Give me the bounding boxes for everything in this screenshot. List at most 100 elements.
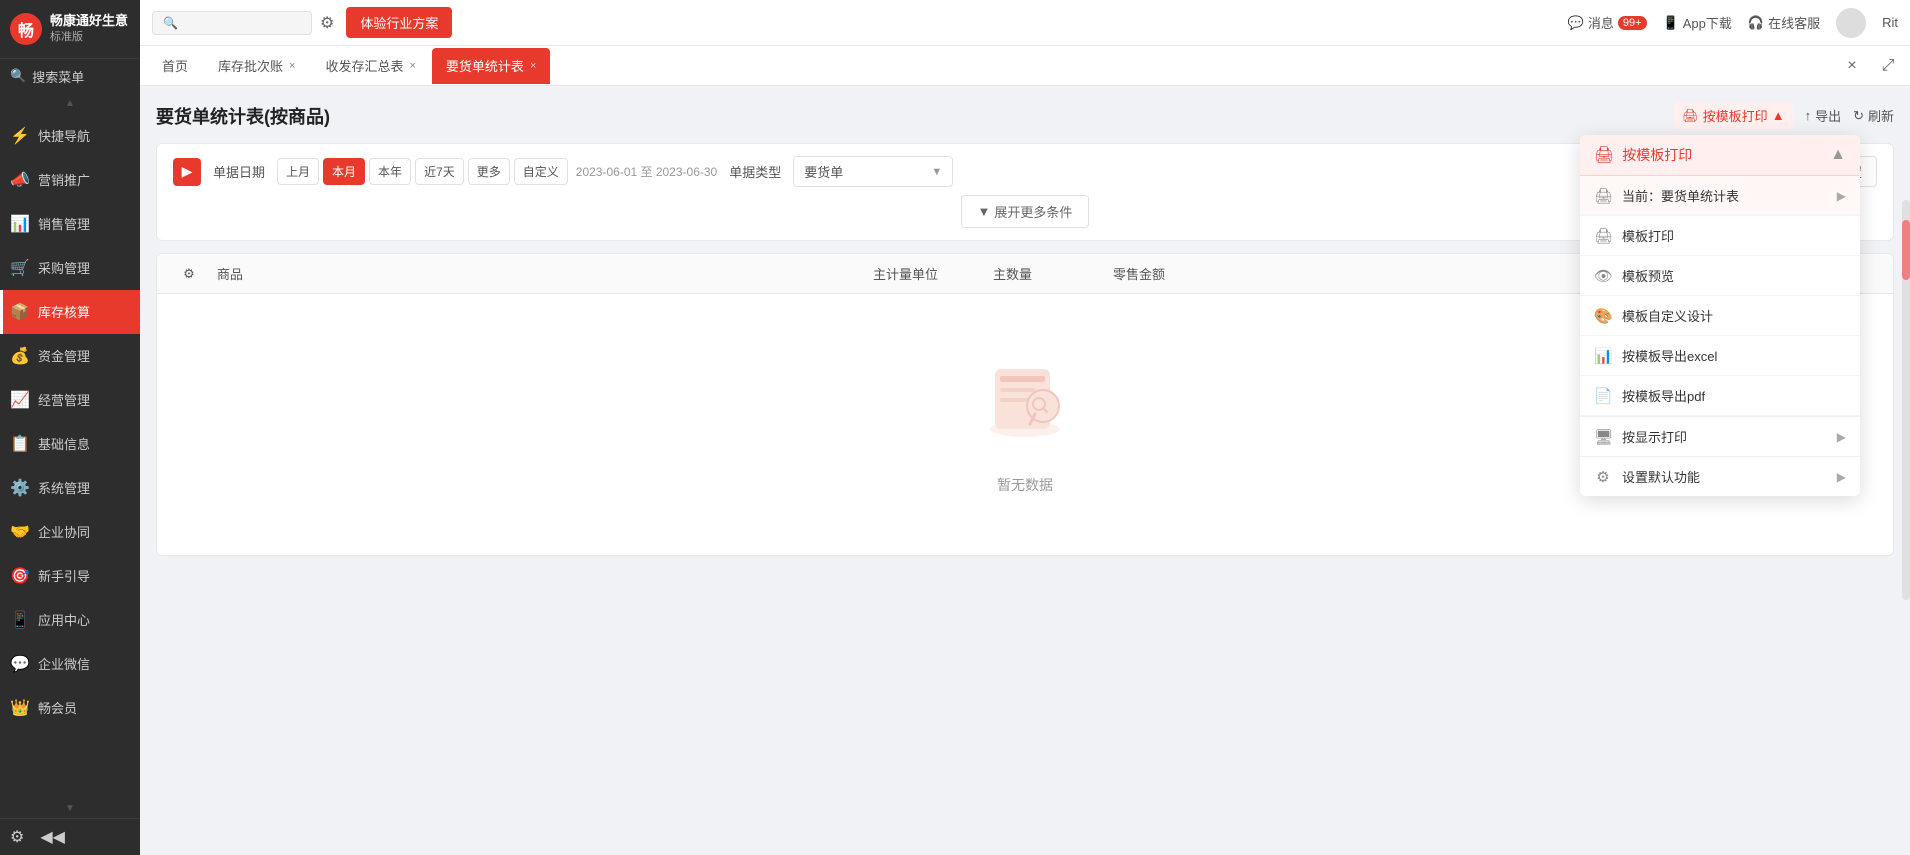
- app-download-item[interactable]: 📱 App下载: [1663, 13, 1732, 32]
- template-custom-label: 模板自定义设计: [1622, 306, 1713, 325]
- sidebar-item-finance[interactable]: 💰 资金管理: [0, 334, 140, 378]
- enterprise-icon: 🤝: [10, 522, 30, 542]
- printer-icon: 🖨: [1682, 108, 1699, 124]
- current-template-label: 当前：要货单统计表: [1622, 186, 1739, 205]
- template-preview-item[interactable]: 👁 模板预览: [1580, 256, 1860, 296]
- topbar-right: 💬 消息 99+ 📱 App下载 🎧 在线客服 Rit: [1568, 8, 1898, 38]
- scrollbar-thumb[interactable]: [1902, 220, 1910, 280]
- online-service-item[interactable]: 🎧 在线客服: [1748, 13, 1820, 32]
- tab-order-stats-close[interactable]: ×: [530, 60, 536, 72]
- date-btn-more[interactable]: 更多: [468, 158, 510, 185]
- service-icon: 🎧: [1748, 15, 1764, 31]
- date-btn-7days[interactable]: 近7天: [415, 158, 464, 185]
- date-btn-custom[interactable]: 自定义: [514, 158, 568, 185]
- window-expand-btn[interactable]: ⤢: [1874, 52, 1902, 80]
- sidebar-item-inventory[interactable]: 📦 库存核算: [0, 290, 140, 334]
- operations-label: 经营管理: [38, 390, 90, 409]
- username: Rit: [1882, 15, 1898, 30]
- current-template-item[interactable]: 🖨 当前：要货单统计表 ▶: [1580, 176, 1860, 216]
- print-arrow: ▲: [1772, 108, 1785, 123]
- sidebar-search[interactable]: 🔍 搜索菜单: [0, 59, 140, 94]
- template-custom-item[interactable]: 🎨 模板自定义设计: [1580, 296, 1860, 336]
- messages-badge: 99+: [1618, 16, 1647, 30]
- dropdown-header: 🖨 按模板打印 ▲: [1580, 135, 1860, 176]
- messages-item[interactable]: 💬 消息 99+: [1568, 13, 1647, 32]
- tab-receipt-summary-close[interactable]: ×: [409, 60, 415, 72]
- col-unit: 主计量单位: [865, 254, 985, 293]
- marketing-label: 营销推广: [38, 170, 90, 189]
- messages-icon: 💬: [1568, 15, 1584, 31]
- sound-icon[interactable]: ◀◀: [40, 827, 65, 847]
- dropdown-close-btn[interactable]: ▲: [1830, 146, 1846, 164]
- topbar-gear-icon[interactable]: ⚙: [320, 13, 334, 33]
- template-excel-item[interactable]: 📊 按模板导出excel: [1580, 336, 1860, 376]
- topbar-search-box[interactable]: 🔍: [152, 11, 312, 35]
- purchase-label: 采购管理: [38, 258, 90, 277]
- app-name: 畅康通好生意: [50, 12, 128, 30]
- marketing-icon: 📣: [10, 170, 30, 190]
- finance-label: 资金管理: [38, 346, 90, 365]
- col-settings[interactable]: ⚙: [169, 254, 209, 293]
- right-scrollbar[interactable]: [1902, 200, 1910, 600]
- scroll-down-indicator[interactable]: ▼: [65, 803, 75, 814]
- scroll-up-indicator[interactable]: ▲: [65, 98, 75, 109]
- template-print-label: 模板打印: [1622, 226, 1674, 245]
- sidebar-item-appcenter[interactable]: 📱 应用中心: [0, 598, 140, 642]
- dropdown-title: 按模板打印: [1622, 145, 1692, 165]
- template-excel-icon: 📊: [1594, 347, 1612, 365]
- member-icon: 👑: [10, 698, 30, 718]
- sidebar-bottom: ⚙ ◀◀: [0, 818, 140, 855]
- tab-order-stats[interactable]: 要货单统计表 ×: [432, 48, 550, 84]
- sidebar-item-basic[interactable]: 📋 基础信息: [0, 422, 140, 466]
- sidebar-item-purchase[interactable]: 🛒 采购管理: [0, 246, 140, 290]
- sidebar-item-marketing[interactable]: 📣 营销推广: [0, 158, 140, 202]
- sidebar: 畅 畅康通好生意 标准版 🔍 搜索菜单 ▲ ⚡ 快捷导航 📣 营销推广 📊 销售…: [0, 0, 140, 855]
- table-settings-icon[interactable]: ⚙: [183, 266, 195, 282]
- display-print-section[interactable]: 🖥 按显示打印 ▶: [1580, 416, 1860, 456]
- experience-btn[interactable]: 体验行业方案: [346, 7, 452, 38]
- quicknav-icon: ⚡: [10, 126, 30, 146]
- page-header: 要货单统计表(按商品) 🖨 按模板打印 ▲ ↑ 导出 ↻ 刷新: [156, 102, 1894, 129]
- date-btn-year[interactable]: 本年: [369, 158, 411, 185]
- refresh-btn[interactable]: ↻ 刷新: [1853, 106, 1894, 125]
- filter-toggle-btn[interactable]: ▶: [173, 158, 201, 186]
- guide-label: 新手引导: [38, 566, 90, 585]
- date-btn-current[interactable]: 本月: [323, 158, 365, 185]
- expand-more-btn[interactable]: ▼ 展开更多条件: [961, 195, 1090, 228]
- refresh-label: 刷新: [1868, 106, 1894, 125]
- export-btn[interactable]: ↑ 导出: [1805, 106, 1842, 125]
- sidebar-item-wechat[interactable]: 💬 企业微信: [0, 642, 140, 686]
- sidebar-item-guide[interactable]: 🎯 新手引导: [0, 554, 140, 598]
- sidebar-item-member[interactable]: 👑 畅会员: [0, 686, 140, 730]
- template-pdf-item[interactable]: 📄 按模板导出pdf: [1580, 376, 1860, 416]
- print-template-btn[interactable]: 🖨 按模板打印 ▲: [1674, 102, 1792, 129]
- sidebar-item-quicknav[interactable]: ⚡ 快捷导航: [0, 114, 140, 158]
- tab-inventory-batch-close[interactable]: ×: [289, 60, 295, 72]
- set-default-label: 设置默认功能: [1622, 467, 1700, 486]
- sidebar-item-sales[interactable]: 📊 销售管理: [0, 202, 140, 246]
- tab-receipt-summary[interactable]: 收发存汇总表 ×: [311, 48, 429, 84]
- dropdown-title-area: 🖨 按模板打印: [1594, 145, 1692, 165]
- enterprise-label: 企业协同: [38, 522, 90, 541]
- print-dropdown: 🖨 按模板打印 ▲ 🖨 当前：要货单统计表 ▶ 🖨 模板打印 👁 模板预览 🎨 …: [1580, 135, 1860, 496]
- quicknav-label: 快捷导航: [38, 126, 90, 145]
- template-print-item[interactable]: 🖨 模板打印: [1580, 216, 1860, 256]
- appcenter-icon: 📱: [10, 610, 30, 630]
- operations-icon: 📈: [10, 390, 30, 410]
- type-select[interactable]: 要货单 ▼: [793, 156, 953, 187]
- sales-icon: 📊: [10, 214, 30, 234]
- sidebar-item-operations[interactable]: 📈 经营管理: [0, 378, 140, 422]
- set-default-section[interactable]: ⚙ 设置默认功能 ▶: [1580, 456, 1860, 496]
- tabs-bar: 首页 库存批次账 × 收发存汇总表 × 要货单统计表 × × ⤢: [140, 46, 1910, 86]
- tab-home[interactable]: 首页: [148, 48, 202, 84]
- date-label: 单据日期: [213, 162, 265, 181]
- col-amount: 零售金额: [1105, 254, 1225, 293]
- date-btn-prev[interactable]: 上月: [277, 158, 319, 185]
- settings-bottom-icon[interactable]: ⚙: [10, 827, 24, 847]
- sidebar-item-system[interactable]: ⚙️ 系统管理: [0, 466, 140, 510]
- window-close-btn[interactable]: ×: [1838, 52, 1866, 80]
- sidebar-item-enterprise[interactable]: 🤝 企业协同: [0, 510, 140, 554]
- date-range-display: 2023-06-01 至 2023-06-30: [576, 163, 717, 180]
- avatar[interactable]: [1836, 8, 1866, 38]
- tab-inventory-batch[interactable]: 库存批次账 ×: [204, 48, 309, 84]
